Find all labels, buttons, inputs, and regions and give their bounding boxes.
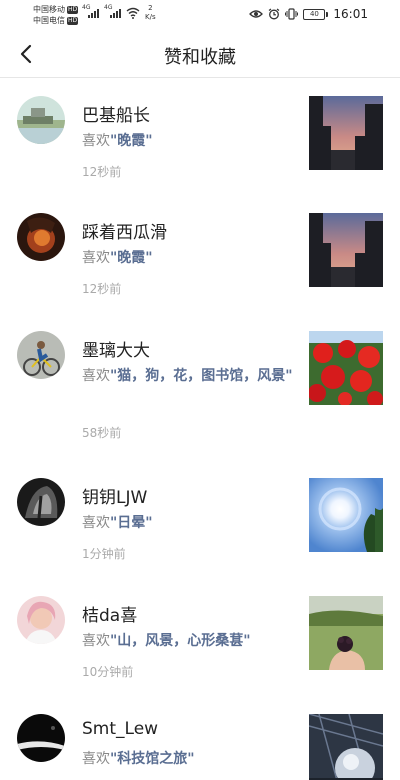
like-text: 喜欢"猫，狗，花，图书馆，风景"	[82, 368, 293, 384]
topic-tag[interactable]: "晚霞"	[110, 250, 153, 266]
hd-badge: HD	[67, 16, 79, 25]
signal-icon	[88, 8, 99, 18]
topic-tag[interactable]: "日晕"	[110, 515, 153, 531]
post-thumbnail[interactable]	[309, 596, 383, 670]
topic-tag[interactable]: "晚霞"	[110, 133, 153, 149]
header: 赞和收藏	[0, 30, 400, 78]
wifi-icon	[126, 7, 140, 19]
status-bar: 中国移动 HD 中国电信 HD 4G 4G 2 K/s 40 16:01	[0, 0, 400, 30]
user-name[interactable]: 巴基船长	[82, 101, 150, 126]
avatar[interactable]	[17, 331, 65, 379]
clock: 16:01	[333, 7, 368, 21]
timestamp: 1分钟前	[82, 547, 126, 561]
user-name[interactable]: 墨璃大大	[82, 336, 150, 361]
topic-tag[interactable]: "山，风景，心形桑葚"	[110, 633, 251, 649]
eye-icon	[249, 10, 264, 18]
post-thumbnail[interactable]	[309, 478, 383, 552]
user-name[interactable]: 钥钥LJW	[82, 483, 147, 508]
like-text: 喜欢"晚霞"	[82, 250, 153, 266]
avatar[interactable]	[17, 714, 65, 762]
user-name[interactable]: Smt_Lew	[82, 719, 158, 739]
topic-tag[interactable]: "科技馆之旅"	[110, 751, 195, 767]
page-title: 赞和收藏	[164, 47, 236, 68]
status-right: 40 16:01	[249, 7, 368, 21]
carrier-1: 中国移动	[33, 5, 65, 14]
topic-tag[interactable]: "猫，狗，花，图书馆，风景"	[110, 368, 293, 384]
hd-badge: HD	[67, 5, 79, 14]
user-name[interactable]: 踩着西瓜滑	[82, 218, 167, 243]
avatar[interactable]	[17, 596, 65, 644]
carrier-2: 中国电信	[33, 16, 65, 25]
post-thumbnail[interactable]	[309, 213, 383, 287]
timestamp: 12秒前	[82, 165, 122, 179]
carrier-info: 中国移动 HD 中国电信 HD	[33, 4, 79, 26]
battery-level: 40	[303, 8, 326, 20]
post-thumbnail[interactable]	[309, 331, 383, 405]
network-speed: 2 K/s	[145, 4, 156, 21]
like-text: 喜欢"日晕"	[82, 515, 153, 531]
timestamp: 58秒前	[82, 426, 122, 440]
battery-icon: 40	[303, 8, 329, 20]
timestamp: 12秒前	[82, 282, 122, 296]
like-text: 喜欢"山，风景，心形桑葚"	[82, 633, 251, 649]
like-text: 喜欢"科技馆之旅"	[82, 751, 195, 767]
alarm-icon	[269, 8, 280, 20]
avatar[interactable]	[17, 478, 65, 526]
vibrate-icon	[285, 8, 299, 20]
avatar[interactable]	[17, 96, 65, 144]
post-thumbnail[interactable]	[309, 714, 383, 780]
signal-icon	[110, 8, 121, 18]
timestamp: 10分钟前	[82, 665, 134, 679]
user-name[interactable]: 桔da喜	[82, 601, 137, 626]
like-text: 喜欢"晚霞"	[82, 133, 153, 149]
post-thumbnail[interactable]	[309, 96, 383, 170]
avatar[interactable]	[17, 213, 65, 261]
